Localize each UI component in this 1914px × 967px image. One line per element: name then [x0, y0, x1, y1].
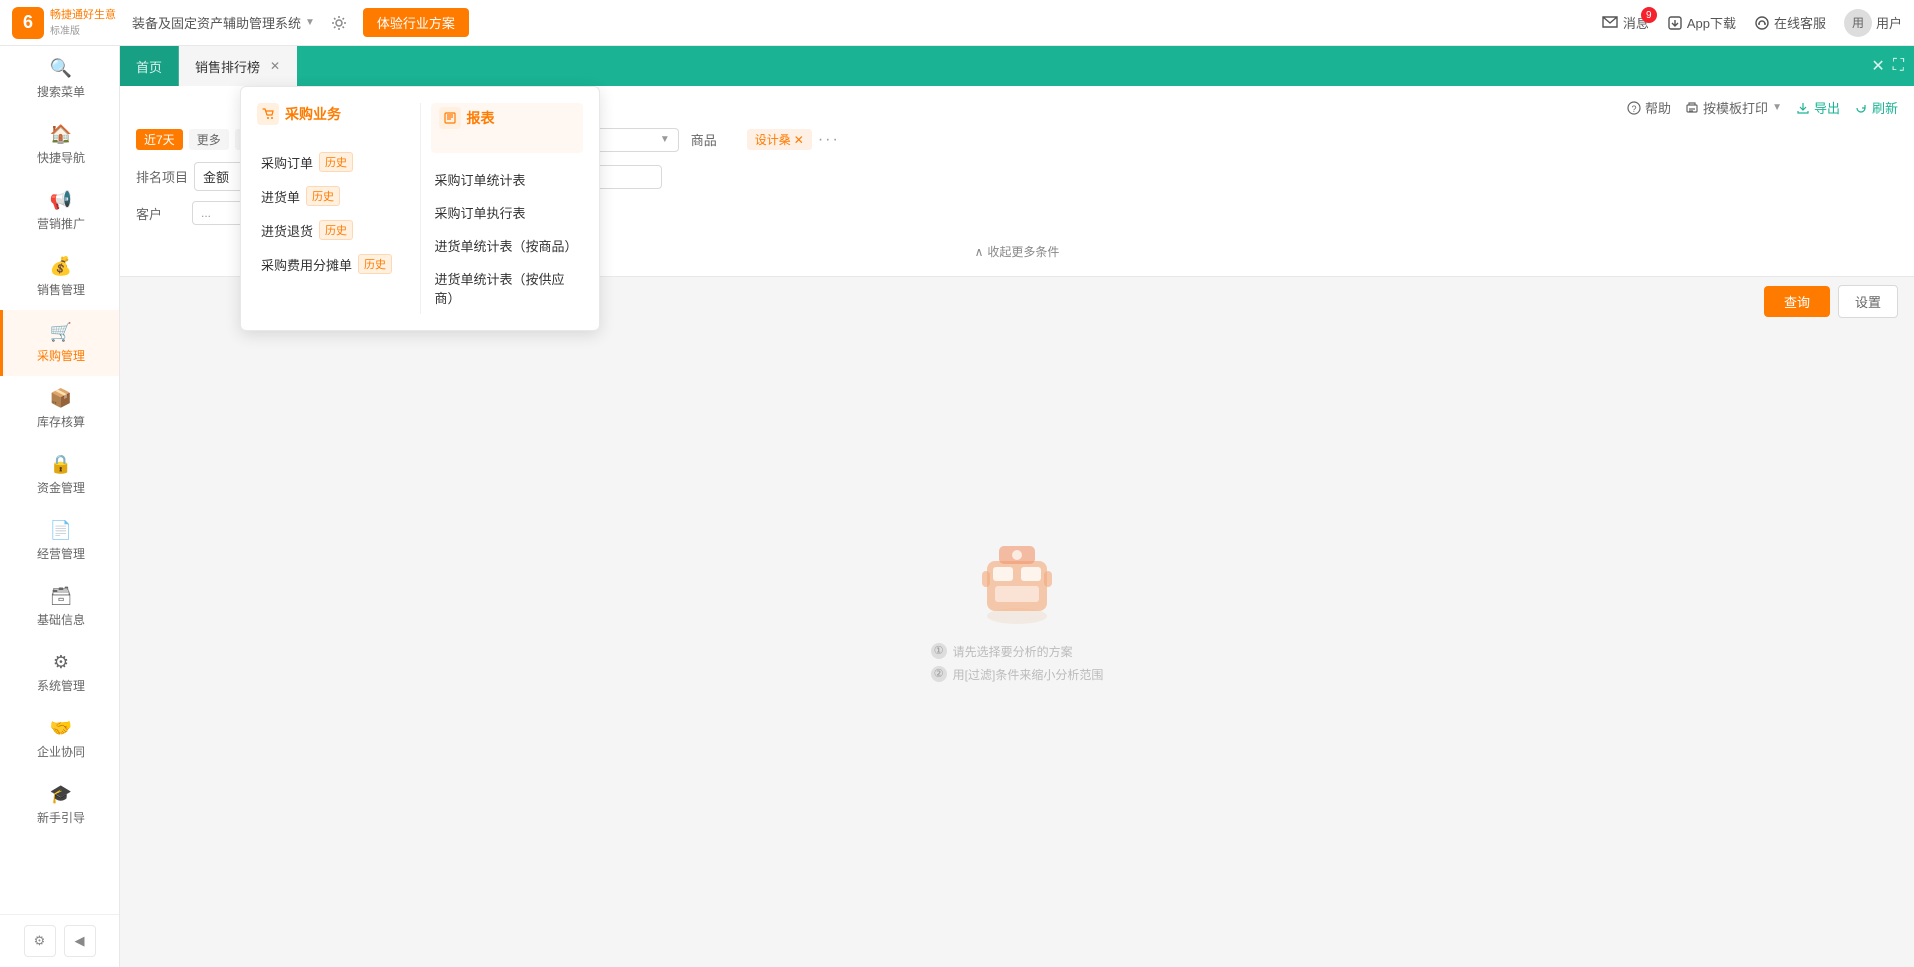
app-download-button[interactable]: App下载	[1667, 13, 1736, 32]
export-button[interactable]: 导出	[1796, 98, 1840, 117]
messages-button[interactable]: 消息 9	[1601, 13, 1649, 32]
goods-tag-close-icon[interactable]: ✕	[794, 133, 804, 147]
dropdown-item-incoming-by-goods[interactable]: 进货单统计表（按商品）	[431, 229, 584, 262]
sidebar-item-inventory[interactable]: 📦 库存核算	[0, 376, 119, 442]
purchase-dropdown-menu: 采购业务 采购订单 历史 进货单 历史 进货退货 历史 采购费用分摊单 历史	[240, 86, 600, 331]
empty-hint-1: ① 请先选择要分析的方案	[931, 643, 1104, 660]
report-col-icon	[439, 107, 461, 129]
home-icon: 🏠	[50, 124, 72, 145]
sidebar: 🔍 搜索菜单 🏠 快捷导航 📢 营销推广 💰 销售管理 🛒 采购管理 📦 库存核…	[0, 46, 120, 967]
operations-icon: 📄	[50, 520, 72, 541]
purchase-icon: 🛒	[50, 322, 72, 343]
search-icon: 🔍	[50, 58, 72, 79]
tab-home[interactable]: 首页	[120, 46, 179, 86]
inventory-icon: 📦	[50, 388, 72, 409]
hist-tag-return: 历史	[319, 220, 353, 240]
settings-button[interactable]: 设置	[1838, 285, 1898, 318]
sidebar-item-search[interactable]: 🔍 搜索菜单	[0, 46, 119, 112]
basic-info-icon: 🗃	[50, 586, 73, 607]
dropdown-purchase-col: 采购业务 采购订单 历史 进货单 历史 进货退货 历史 采购费用分摊单 历史	[257, 103, 410, 314]
tab-bar: 首页 销售排行榜 ✕ ✕ ⛶	[120, 46, 1914, 86]
sidebar-item-finance[interactable]: 🔒 资金管理	[0, 442, 119, 508]
user-avatar: 用	[1844, 9, 1872, 37]
sidebar-item-guide[interactable]: 🎓 新手引导	[0, 772, 119, 838]
sales-icon: 💰	[50, 256, 72, 277]
finance-icon: 🔒	[50, 454, 72, 475]
help-button[interactable]: ? 帮助	[1627, 98, 1671, 117]
dropdown-item-expense[interactable]: 采购费用分摊单 历史	[257, 247, 410, 281]
messages-badge: 9	[1641, 7, 1657, 23]
empty-state: ① 请先选择要分析的方案 ② 用[过滤]条件来缩小分析范围	[120, 326, 1914, 967]
tab-maximize-icon[interactable]: ⛶	[1893, 57, 1904, 75]
sidebar-item-marketing[interactable]: 📢 营销推广	[0, 178, 119, 244]
query-button[interactable]: 查询	[1764, 286, 1830, 317]
sidebar-bottom: ⚙ ◀	[0, 914, 119, 967]
doc-status-arrow-icon: ▼	[660, 134, 670, 145]
dropdown-item-incoming[interactable]: 进货单 历史	[257, 179, 410, 213]
empty-hints: ① 请先选择要分析的方案 ② 用[过滤]条件来缩小分析范围	[931, 643, 1104, 683]
purchase-col-icon	[257, 103, 279, 125]
tab-close-all-icon[interactable]: ✕	[1871, 56, 1884, 76]
dropdown-item-purchase-order[interactable]: 采购订单 历史	[257, 145, 410, 179]
dropdown-report-title: 报表	[431, 103, 584, 153]
content-area: 首页 销售排行榜 ✕ ✕ ⛶ ?	[120, 46, 1914, 967]
top-bar: 6 畅捷通好生意 标准版 装备及固定资产辅助管理系统 ▼ 体验行业方案 消息 9	[0, 0, 1914, 46]
date-chip-more[interactable]: 更多	[189, 129, 229, 150]
sidebar-collapse-button[interactable]: ◀	[64, 925, 96, 957]
hist-tag-expense: 历史	[358, 254, 392, 274]
enterprise-icon: 🤝	[50, 718, 72, 739]
tab-sales-rank[interactable]: 销售排行榜 ✕	[179, 46, 297, 86]
dropdown-item-order-exec[interactable]: 采购订单执行表	[431, 196, 584, 229]
guide-icon: 🎓	[50, 784, 72, 805]
logo-area: 6 畅捷通好生意 标准版	[12, 7, 122, 39]
dropdown-divider	[420, 103, 421, 314]
hist-tag-purchase-order: 历史	[319, 152, 353, 172]
system-title-chevron-icon: ▼	[305, 17, 315, 28]
sidebar-item-enterprise[interactable]: 🤝 企业协同	[0, 706, 119, 772]
main-layout: 🔍 搜索菜单 🏠 快捷导航 📢 营销推广 💰 销售管理 🛒 采购管理 📦 库存核…	[0, 46, 1914, 967]
goods-ellipsis-button[interactable]: ···	[818, 131, 840, 149]
collapse-up-icon: ∧	[975, 245, 984, 259]
dropdown-item-incoming-by-supplier[interactable]: 进货单统计表（按供应商）	[431, 262, 584, 314]
system-settings-button[interactable]	[325, 9, 353, 37]
online-service-button[interactable]: 在线客服	[1754, 13, 1826, 32]
sidebar-item-basic-info[interactable]: 🗃 基础信息	[0, 574, 119, 640]
tab-bar-right: ✕ ⛶	[1861, 46, 1914, 86]
logo-tag: 标准版	[50, 22, 116, 37]
top-right: 消息 9 App下载 在线客服 用 用户	[1601, 9, 1902, 37]
date-chip-7days[interactable]: 近7天	[136, 129, 183, 150]
goods-group: 商品 设计桑 ✕ ···	[691, 129, 951, 150]
sidebar-item-operations[interactable]: 📄 经营管理	[0, 508, 119, 574]
print-button[interactable]: 按模板打印 ▼	[1685, 98, 1782, 117]
system-icon: ⚙	[53, 652, 69, 673]
tab-close-icon[interactable]: ✕	[270, 59, 280, 73]
sidebar-item-purchase[interactable]: 🛒 采购管理	[0, 310, 119, 376]
sidebar-item-system[interactable]: ⚙ 系统管理	[0, 640, 119, 706]
hist-tag-incoming: 历史	[306, 186, 340, 206]
print-dropdown-icon[interactable]: ▼	[1772, 102, 1782, 113]
logo-text: 畅捷通好生意	[50, 8, 116, 22]
sidebar-item-quick-nav[interactable]: 🏠 快捷导航	[0, 112, 119, 178]
refresh-button[interactable]: 刷新	[1854, 98, 1898, 117]
sidebar-settings-button[interactable]: ⚙	[24, 925, 56, 957]
user-menu-button[interactable]: 用 用户	[1844, 9, 1902, 37]
marketing-icon: 📢	[50, 190, 72, 211]
industry-button[interactable]: 体验行业方案	[363, 8, 469, 37]
svg-text:?: ?	[1632, 104, 1637, 114]
logo-icon: 6	[12, 7, 44, 39]
goods-tag: 设计桑 ✕	[747, 129, 812, 150]
dropdown-item-return[interactable]: 进货退货 历史	[257, 213, 410, 247]
empty-hint-2: ② 用[过滤]条件来缩小分析范围	[931, 666, 1104, 683]
sidebar-item-sales[interactable]: 💰 销售管理	[0, 244, 119, 310]
empty-illustration	[957, 531, 1077, 631]
dropdown-purchase-title: 采购业务	[257, 103, 410, 133]
dropdown-item-order-stats[interactable]: 采购订单统计表	[431, 163, 584, 196]
system-title[interactable]: 装备及固定资产辅助管理系统 ▼	[132, 13, 315, 32]
dropdown-report-col: 报表 采购订单统计表 采购订单执行表 进货单统计表（按商品） 进货单统计表（按供…	[431, 103, 584, 314]
